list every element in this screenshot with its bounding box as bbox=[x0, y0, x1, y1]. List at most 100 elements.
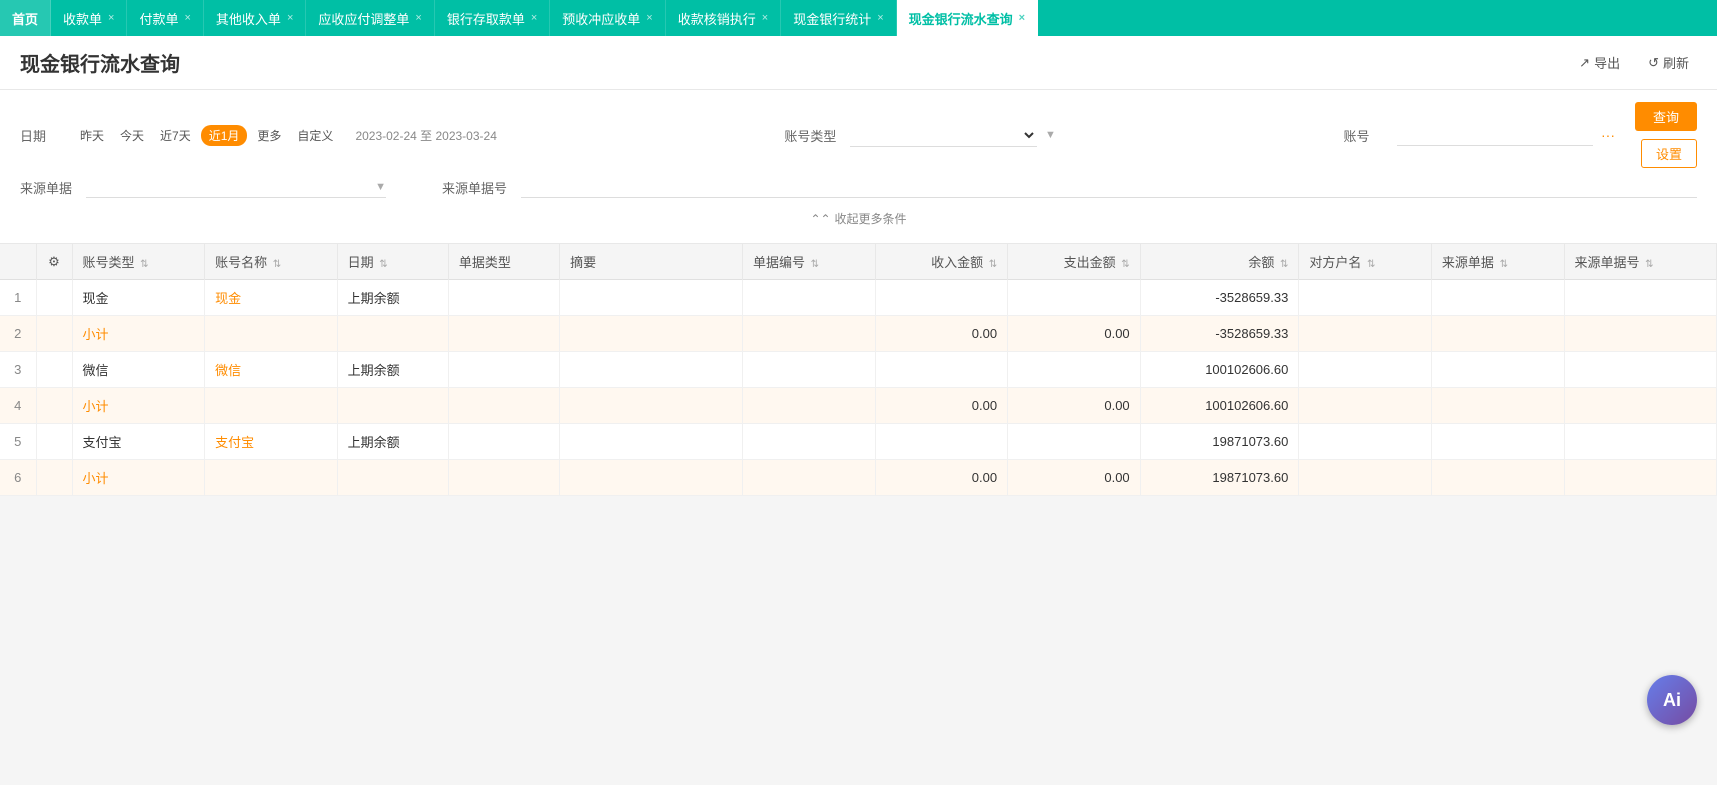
nav-close-receipt[interactable]: × bbox=[108, 12, 114, 24]
nav-close-payment[interactable]: × bbox=[184, 12, 190, 24]
col-summary[interactable]: 摘要 bbox=[560, 244, 743, 280]
source-doc-no-label: 来源单据号 bbox=[442, 178, 507, 197]
nav-close-collection[interactable]: × bbox=[762, 12, 768, 24]
nav-label-advance: 预收冲应收单 bbox=[562, 9, 640, 28]
nav-item-payment[interactable]: 付款单 × bbox=[127, 0, 203, 36]
table-cell bbox=[560, 316, 743, 352]
table-cell bbox=[1431, 424, 1564, 460]
table-row: 4小计0.000.00100102606.60 bbox=[0, 388, 1717, 424]
collapse-up-icon: ⌃⌃ bbox=[810, 212, 830, 226]
date-btn-custom[interactable]: 自定义 bbox=[291, 125, 339, 146]
col-account-type[interactable]: 账号类型 ⇅ bbox=[72, 244, 205, 280]
settings-button[interactable]: 设置 bbox=[1641, 139, 1697, 168]
nav-label-bank-deposit: 银行存取款单 bbox=[447, 9, 525, 28]
table-body: 1现金现金上期余额-3528659.332小计0.000.00-3528659.… bbox=[0, 280, 1717, 496]
col-source-doc-label: 来源单据 bbox=[1442, 255, 1494, 270]
table-cell bbox=[448, 424, 559, 460]
table-cell bbox=[560, 280, 743, 316]
table-cell bbox=[1431, 316, 1564, 352]
nav-item-advance[interactable]: 预收冲应收单 × bbox=[550, 0, 665, 36]
collapse-button[interactable]: ⌃⌃ 收起更多条件 bbox=[810, 210, 906, 227]
nav-close-flow[interactable]: × bbox=[1019, 12, 1025, 24]
table-cell bbox=[1299, 460, 1432, 496]
date-btn-more[interactable]: 更多 bbox=[251, 125, 287, 146]
nav-item-other-income[interactable]: 其他收入单 × bbox=[204, 0, 306, 36]
table-cell bbox=[1299, 316, 1432, 352]
date-btn-1month[interactable]: 近1月 bbox=[201, 125, 248, 146]
nav-item-receipt[interactable]: 收款单 × bbox=[51, 0, 127, 36]
account-type-dropdown-icon: ▼ bbox=[1045, 129, 1056, 141]
sort-balance-icon: ⇅ bbox=[1280, 259, 1288, 270]
col-source-doc[interactable]: 来源单据 ⇅ bbox=[1431, 244, 1564, 280]
table-cell: 上期余额 bbox=[337, 424, 448, 460]
nav-label-flow: 现金银行流水查询 bbox=[909, 9, 1013, 28]
table-cell: 现金 bbox=[72, 280, 205, 316]
col-doc-no[interactable]: 单据编号 ⇅ bbox=[742, 244, 875, 280]
sort-account-type-icon: ⇅ bbox=[140, 259, 148, 270]
col-source-doc-no[interactable]: 来源单据号 ⇅ bbox=[1564, 244, 1717, 280]
table-cell: 4 bbox=[0, 388, 36, 424]
table-cell: 100102606.60 bbox=[1140, 388, 1299, 424]
sort-expense-icon: ⇅ bbox=[1121, 259, 1129, 270]
refresh-button[interactable]: ↺ 刷新 bbox=[1640, 49, 1697, 76]
table-cell bbox=[337, 316, 448, 352]
account-type-select[interactable] bbox=[850, 123, 1037, 147]
table-cell: 小计 bbox=[72, 316, 205, 352]
col-gear[interactable]: ⚙ bbox=[36, 244, 72, 280]
table-row: 5支付宝支付宝上期余额19871073.60 bbox=[0, 424, 1717, 460]
col-expense[interactable]: 支出金额 ⇅ bbox=[1008, 244, 1141, 280]
table-cell: 0.00 bbox=[875, 316, 1008, 352]
query-button[interactable]: 查询 bbox=[1635, 102, 1697, 131]
nav-close-other-income[interactable]: × bbox=[287, 12, 293, 24]
table-cell bbox=[1564, 388, 1717, 424]
nav-item-flow[interactable]: 现金银行流水查询 × bbox=[897, 0, 1038, 36]
nav-item-bank-deposit[interactable]: 银行存取款单 × bbox=[435, 0, 550, 36]
table-cell bbox=[742, 280, 875, 316]
table-cell bbox=[1431, 460, 1564, 496]
col-income[interactable]: 收入金额 ⇅ bbox=[875, 244, 1008, 280]
table-cell bbox=[560, 460, 743, 496]
table-cell: 支付宝 bbox=[72, 424, 205, 460]
nav-close-stat[interactable]: × bbox=[877, 12, 883, 24]
account-type-label: 账号类型 bbox=[784, 126, 836, 145]
date-btn-yesterday[interactable]: 昨天 bbox=[74, 125, 110, 146]
nav-item-collection[interactable]: 收款核销执行 × bbox=[666, 0, 781, 36]
table-cell bbox=[1008, 352, 1141, 388]
col-date[interactable]: 日期 ⇅ bbox=[337, 244, 448, 280]
table-cell bbox=[560, 424, 743, 460]
date-label: 日期 bbox=[20, 126, 60, 145]
source-doc-input[interactable] bbox=[86, 176, 371, 197]
nav-item-stat[interactable]: 现金银行统计 × bbox=[781, 0, 896, 36]
nav-close-advance[interactable]: × bbox=[646, 12, 652, 24]
sort-income-icon: ⇅ bbox=[989, 259, 997, 270]
account-ellipsis-btn[interactable]: ··· bbox=[1601, 127, 1615, 143]
nav-item-home[interactable]: 首页 bbox=[0, 0, 51, 36]
table-cell bbox=[205, 460, 338, 496]
date-btn-7days[interactable]: 近7天 bbox=[154, 125, 197, 146]
table-cell bbox=[337, 460, 448, 496]
col-source-doc-no-label: 来源单据号 bbox=[1575, 255, 1640, 270]
source-doc-no-input[interactable] bbox=[521, 176, 1697, 198]
gear-icon: ⚙ bbox=[48, 254, 60, 269]
table-cell bbox=[742, 316, 875, 352]
account-filter: 账号 ··· bbox=[1343, 124, 1615, 146]
ai-badge[interactable]: Ai bbox=[1647, 675, 1697, 725]
nav-label-stat: 现金银行统计 bbox=[793, 9, 871, 28]
nav-close-ar-ap[interactable]: × bbox=[415, 12, 421, 24]
export-icon: ↗ bbox=[1579, 55, 1590, 71]
nav-close-bank-deposit[interactable]: × bbox=[531, 12, 537, 24]
sort-counterparty-icon: ⇅ bbox=[1367, 259, 1375, 270]
col-counterparty[interactable]: 对方户名 ⇅ bbox=[1299, 244, 1432, 280]
col-doc-type[interactable]: 单据类型 bbox=[448, 244, 559, 280]
date-btn-today[interactable]: 今天 bbox=[114, 125, 150, 146]
table-cell: 微信 bbox=[72, 352, 205, 388]
col-account-name[interactable]: 账号名称 ⇅ bbox=[205, 244, 338, 280]
table-cell: 3 bbox=[0, 352, 36, 388]
table-cell bbox=[742, 460, 875, 496]
export-label: 导出 bbox=[1594, 53, 1620, 72]
col-balance[interactable]: 余额 ⇅ bbox=[1140, 244, 1299, 280]
export-button[interactable]: ↗ 导出 bbox=[1571, 49, 1628, 76]
nav-item-ar-ap[interactable]: 应收应付调整单 × bbox=[306, 0, 434, 36]
table-cell bbox=[1564, 352, 1717, 388]
account-input[interactable] bbox=[1397, 124, 1593, 146]
